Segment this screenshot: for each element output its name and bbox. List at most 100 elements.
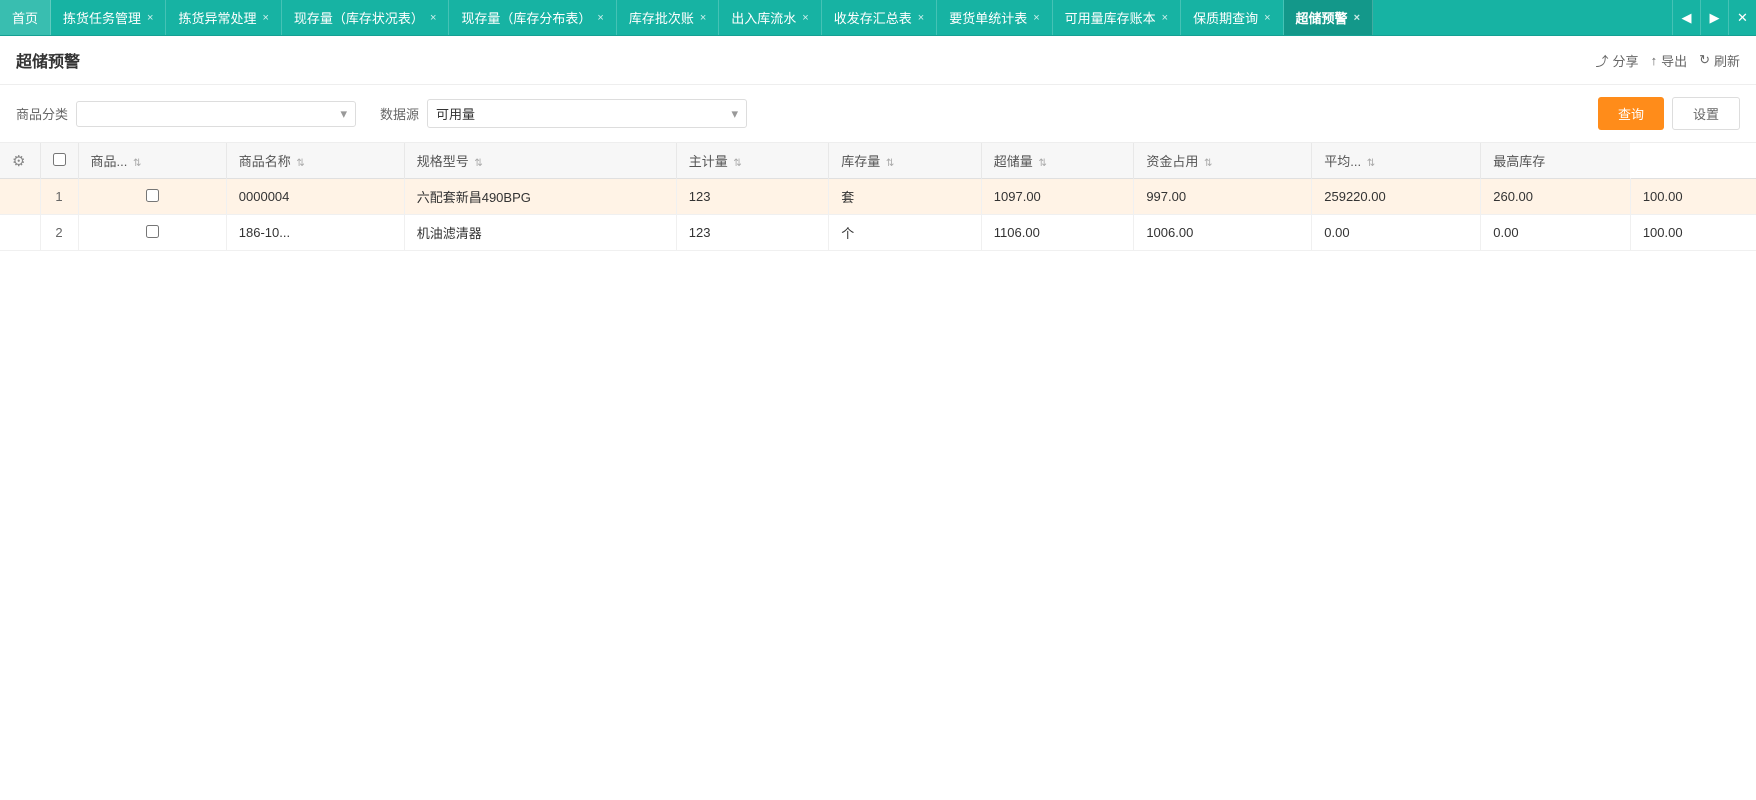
col-spec[interactable]: 规格型号 ⇅ — [404, 143, 676, 179]
datasource-label: 数据源 — [380, 104, 419, 123]
sort-product-name-icon: ⇅ — [296, 158, 304, 169]
close-stock-status[interactable]: × — [430, 12, 436, 24]
sort-product-code-icon: ⇅ — [133, 158, 141, 169]
datasource-select[interactable]: 可用量 ▾ — [427, 99, 747, 128]
category-chevron-icon: ▾ — [340, 106, 347, 122]
nav-available-stock[interactable]: 可用量库存账本 × — [1053, 0, 1181, 36]
category-select[interactable]: ▾ — [76, 101, 356, 127]
refresh-button[interactable]: ↻ 刷新 — [1699, 51, 1740, 70]
row1-settings-cell — [0, 179, 40, 215]
row1-checkbox-cell — [78, 179, 226, 215]
settings-button[interactable]: 设置 — [1672, 97, 1740, 130]
filter-area: 商品分类 ▾ 数据源 可用量 ▾ 查询 设置 — [0, 85, 1756, 143]
row2-num: 2 — [40, 215, 78, 251]
row1-overstock: 997.00 — [1134, 179, 1312, 215]
sort-stock-icon: ⇅ — [886, 158, 894, 169]
col-checkbox — [40, 143, 78, 179]
close-inout-flow[interactable]: × — [802, 12, 808, 24]
row2-spec: 123 — [676, 215, 829, 251]
refresh-icon: ↻ — [1699, 52, 1710, 68]
close-available-stock[interactable]: × — [1162, 12, 1168, 24]
row2-settings-cell — [0, 215, 40, 251]
datasource-select-value: 可用量 — [436, 104, 475, 123]
nav-receive-send[interactable]: 收发存汇总表 × — [822, 0, 937, 36]
col-avg[interactable]: 平均... ⇅ — [1312, 143, 1481, 179]
col-product-code[interactable]: 商品... ⇅ — [78, 143, 226, 179]
col-stock[interactable]: 库存量 ⇅ — [829, 143, 982, 179]
close-pick-task[interactable]: × — [147, 12, 153, 24]
nav-quality-check[interactable]: 保质期查询 × — [1181, 0, 1283, 36]
sort-spec-icon: ⇅ — [474, 158, 482, 169]
row1-product-code: 0000004 — [226, 179, 404, 215]
overstock-table: ⚙ 商品... ⇅ 商品名称 ⇅ 规格型号 ⇅ — [0, 143, 1756, 251]
col-unit[interactable]: 主计量 ⇅ — [676, 143, 829, 179]
table-container: ⚙ 商品... ⇅ 商品名称 ⇅ 规格型号 ⇅ — [0, 143, 1756, 251]
row2-avg: 0.00 — [1481, 215, 1631, 251]
nav-home[interactable]: 首页 — [0, 0, 51, 36]
nav-arrow-group: ◀ ▶ ✕ — [1672, 0, 1756, 36]
row1-stock: 1097.00 — [981, 179, 1134, 215]
filter-actions: 查询 设置 — [1598, 97, 1740, 130]
col-product-name[interactable]: 商品名称 ⇅ — [226, 143, 404, 179]
table-row: 2 186-10... 机油滤清器 123 个 1106.00 1006.00 … — [0, 215, 1756, 251]
sort-overstock-icon: ⇅ — [1038, 158, 1046, 169]
page-header: 超储预警 ⤴ 分享 ↑ 导出 ↻ 刷新 — [0, 36, 1756, 85]
datasource-chevron-icon: ▾ — [732, 106, 739, 122]
nav-prev-arrow[interactable]: ◀ — [1672, 0, 1700, 36]
row1-checkbox[interactable] — [146, 189, 159, 202]
top-navigation: 首页 拣货任务管理 × 拣货异常处理 × 现存量（库存状况表） × 现存量（库存… — [0, 0, 1756, 36]
nav-stock-status[interactable]: 现存量（库存状况表） × — [282, 0, 449, 36]
category-filter-group: 商品分类 ▾ — [16, 101, 356, 127]
nav-next-arrow[interactable]: ▶ — [1700, 0, 1728, 36]
page-title: 超储预警 — [16, 48, 80, 72]
row1-capital: 259220.00 — [1312, 179, 1481, 215]
row2-checkbox[interactable] — [146, 225, 159, 238]
close-receive-send[interactable]: × — [918, 12, 924, 24]
nav-close-all[interactable]: ✕ — [1728, 0, 1756, 36]
row2-unit: 个 — [829, 215, 982, 251]
close-overstock-warning[interactable]: × — [1354, 12, 1360, 24]
row2-product-code: 186-10... — [226, 215, 404, 251]
share-button[interactable]: ⤴ 分享 — [1596, 51, 1639, 70]
close-quality-check[interactable]: × — [1264, 12, 1270, 24]
row2-max-stock: 100.00 — [1630, 215, 1756, 251]
col-capital[interactable]: 资金占用 ⇅ — [1134, 143, 1312, 179]
row1-max-stock: 100.00 — [1630, 179, 1756, 215]
close-stock-dist[interactable]: × — [597, 12, 603, 24]
row2-overstock: 1006.00 — [1134, 215, 1312, 251]
nav-order-stats[interactable]: 要货单统计表 × — [937, 0, 1052, 36]
col-max-stock[interactable]: 最高库存 — [1481, 143, 1631, 179]
header-actions: ⤴ 分享 ↑ 导出 ↻ 刷新 — [1596, 51, 1740, 70]
select-all-checkbox[interactable] — [53, 153, 66, 166]
nav-pick-task[interactable]: 拣货任务管理 × — [51, 0, 166, 36]
table-row: 1 0000004 六配套新昌490BPG 123 套 1097.00 997.… — [0, 179, 1756, 215]
row1-spec: 123 — [676, 179, 829, 215]
nav-batch-account[interactable]: 库存批次账 × — [617, 0, 719, 36]
close-order-stats[interactable]: × — [1033, 12, 1039, 24]
sort-unit-icon: ⇅ — [733, 158, 741, 169]
row2-stock: 1106.00 — [981, 215, 1134, 251]
nav-overstock-warning[interactable]: 超储预警 × — [1284, 0, 1373, 36]
row1-avg: 260.00 — [1481, 179, 1631, 215]
row1-product-name: 六配套新昌490BPG — [404, 179, 676, 215]
table-header-row: ⚙ 商品... ⇅ 商品名称 ⇅ 规格型号 ⇅ — [0, 143, 1756, 179]
nav-inout-flow[interactable]: 出入库流水 × — [719, 0, 821, 36]
row1-unit: 套 — [829, 179, 982, 215]
row2-capital: 0.00 — [1312, 215, 1481, 251]
datasource-filter-group: 数据源 可用量 ▾ — [380, 99, 747, 128]
close-pick-exception[interactable]: × — [262, 12, 268, 24]
category-label: 商品分类 — [16, 104, 68, 123]
close-batch-account[interactable]: × — [700, 12, 706, 24]
query-button[interactable]: 查询 — [1598, 97, 1664, 130]
row2-checkbox-cell — [78, 215, 226, 251]
row2-product-name: 机油滤清器 — [404, 215, 676, 251]
export-button[interactable]: ↑ 导出 — [1651, 51, 1688, 70]
col-overstock[interactable]: 超储量 ⇅ — [981, 143, 1134, 179]
page-content: 超储预警 ⤴ 分享 ↑ 导出 ↻ 刷新 商品分类 ▾ 数据源 — [0, 36, 1756, 800]
sort-avg-icon: ⇅ — [1367, 158, 1375, 169]
share-icon: ⤴ — [1596, 51, 1609, 70]
nav-stock-dist[interactable]: 现存量（库存分布表） × — [449, 0, 616, 36]
sort-capital-icon: ⇅ — [1204, 158, 1212, 169]
nav-pick-exception[interactable]: 拣货异常处理 × — [166, 0, 281, 36]
table-settings-icon[interactable]: ⚙ — [12, 153, 25, 170]
